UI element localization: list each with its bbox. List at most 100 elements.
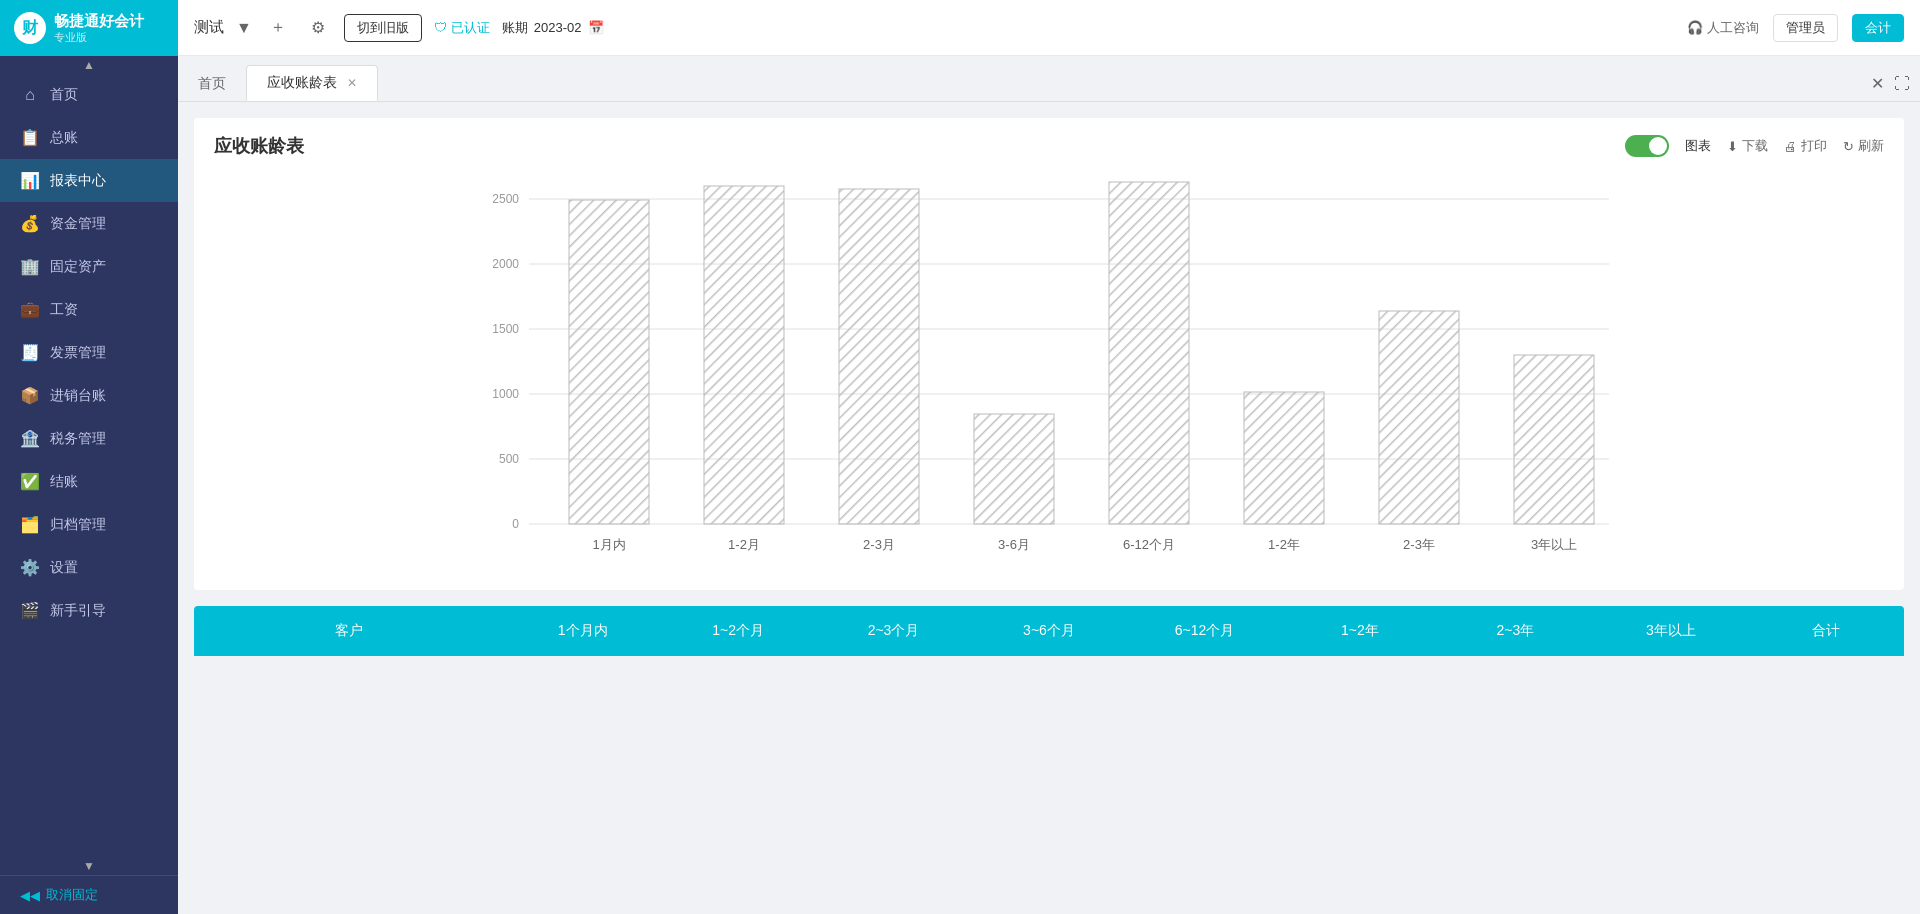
chart-toggle[interactable] [1625,135,1669,157]
sidebar-item-tax[interactable]: 🏦 税务管理 [0,417,178,460]
sidebar-item-archive[interactable]: 🗂️ 归档管理 [0,503,178,546]
svg-text:6-12个月: 6-12个月 [1123,537,1175,552]
sidebar-item-label: 归档管理 [50,516,106,534]
download-button[interactable]: ⬇ 下载 [1727,137,1768,155]
col-2-3m: 2~3个月 [816,606,971,656]
tab-aging-label: 应收账龄表 [267,74,337,90]
sidebar-item-report[interactable]: 📊 报表中心 [0,159,178,202]
refresh-button[interactable]: ↻ 刷新 [1843,137,1884,155]
page-title: 应收账龄表 [214,134,1625,158]
page-content: 应收账龄表 图表 ⬇ 下载 🖨 打印 [178,102,1920,914]
bar-6-12月 [1109,182,1189,524]
tabbar-right: ✕ ⛶ [1871,74,1910,93]
table-header: 客户 1个月内 1~2个月 2~3个月 3~6个月 6~12个月 1~2年 2~… [194,606,1904,656]
close-panel-button[interactable]: ✕ [1871,74,1884,93]
fund-icon: 💰 [20,214,40,233]
switch-old-version-button[interactable]: 切到旧版 [344,14,422,42]
bar-3年以上 [1514,355,1594,524]
sidebar-item-label: 税务管理 [50,430,106,448]
col-6-12m: 6~12个月 [1127,606,1282,656]
chart-label: 图表 [1685,137,1711,155]
sidebar-item-label: 固定资产 [50,258,106,276]
sidebar-item-asset[interactable]: 🏢 固定资产 [0,245,178,288]
toggle-track[interactable] [1625,135,1669,157]
asset-icon: 🏢 [20,257,40,276]
col-1m: 1个月内 [505,606,660,656]
bar-2-3年 [1379,311,1459,524]
sidebar-item-label: 工资 [50,301,78,319]
company-dropdown-icon[interactable]: ▼ [236,19,252,37]
add-button[interactable]: ＋ [264,14,292,42]
sidebar-item-label: 设置 [50,559,78,577]
sidebar-item-label: 首页 [50,86,78,104]
guide-icon: 🎬 [20,601,40,620]
home-icon: ⌂ [20,86,40,104]
app-branding: 畅捷通好会计 专业版 [54,12,144,45]
certified-badge: 🛡 已认证 [434,19,490,37]
sidebar-item-invoice[interactable]: 🧾 发票管理 [0,331,178,374]
sidebar-logo: 财 畅捷通好会计 专业版 [0,0,178,56]
svg-text:500: 500 [499,452,519,466]
refresh-icon: ↻ [1843,139,1854,154]
svg-text:0: 0 [512,517,519,531]
consult-button[interactable]: 🎧 人工咨询 [1687,19,1759,37]
svg-text:3年以上: 3年以上 [1531,537,1577,552]
calendar-icon[interactable]: 📅 [588,20,604,35]
wage-icon: 💼 [20,300,40,319]
bar-2-3月 [839,189,919,524]
print-icon: 🖨 [1784,139,1797,154]
print-button[interactable]: 🖨 打印 [1784,137,1827,155]
report-card: 应收账龄表 图表 ⬇ 下载 🖨 打印 [194,118,1904,590]
col-1-2y: 1~2年 [1282,606,1437,656]
col-customer: 客户 [194,606,505,656]
report-icon: 📊 [20,171,40,190]
bar-1月内 [569,200,649,524]
sidebar-item-home[interactable]: ⌂ 首页 [0,74,178,116]
tab-aging-report[interactable]: 应收账龄表 ✕ [246,65,378,101]
unpin-icon: ◀◀ [20,888,40,903]
bar-1-2月 [704,186,784,524]
tab-close-icon[interactable]: ✕ [347,76,357,90]
tab-home-label: 首页 [198,75,226,91]
accountant-button[interactable]: 会计 [1852,14,1904,42]
svg-text:2500: 2500 [492,192,519,206]
period-label: 账期 [502,19,528,37]
sidebar-item-label: 资金管理 [50,215,106,233]
sidebar-item-settings[interactable]: ⚙️ 设置 [0,546,178,589]
sidebar-item-label: 报表中心 [50,172,106,190]
sidebar-item-guide[interactable]: 🎬 新手引导 [0,589,178,632]
app-edition: 专业版 [54,30,144,45]
svg-text:1500: 1500 [492,322,519,336]
unpin-sidebar-button[interactable]: ◀◀ 取消固定 [0,875,178,914]
svg-text:2-3月: 2-3月 [863,537,895,552]
sidebar-item-wage[interactable]: 💼 工资 [0,288,178,331]
sidebar-scroll-up[interactable]: ▲ [0,56,178,74]
sidebar-item-stock[interactable]: 📦 进销台账 [0,374,178,417]
company-name: 测试 [194,18,224,37]
sidebar-scroll-down[interactable]: ▼ [0,857,178,875]
col-3-6m: 3~6个月 [971,606,1126,656]
unpin-label: 取消固定 [46,886,98,904]
sidebar-item-settle[interactable]: ✅ 结账 [0,460,178,503]
bar-1-2年 [1244,392,1324,524]
expand-panel-button[interactable]: ⛶ [1894,74,1910,93]
sidebar-item-fund[interactable]: 💰 资金管理 [0,202,178,245]
consult-label: 人工咨询 [1707,19,1759,37]
report-header: 应收账龄表 图表 ⬇ 下载 🖨 打印 [214,134,1884,158]
invoice-icon: 🧾 [20,343,40,362]
chart-svg: 0 500 1000 1500 2000 2500 1月内 [214,174,1884,574]
svg-text:1-2年: 1-2年 [1268,537,1300,552]
sidebar-item-label: 发票管理 [50,344,106,362]
download-icon: ⬇ [1727,139,1738,154]
tab-home[interactable]: 首页 [178,67,246,101]
svg-text:3-6月: 3-6月 [998,537,1030,552]
sidebar-item-ledger[interactable]: 📋 总账 [0,116,178,159]
col-2-3y: 2~3年 [1438,606,1593,656]
settings-topbar-button[interactable]: ⚙ [304,14,332,42]
bar-3-6月 [974,414,1054,524]
main-content: 测试 ▼ ＋ ⚙ 切到旧版 🛡 已认证 账期 2023-02 📅 🎧 人工咨询 … [178,0,1920,914]
svg-text:2-3年: 2-3年 [1403,537,1435,552]
sidebar-item-label: 进销台账 [50,387,106,405]
topbar-right: 🎧 人工咨询 管理员 会计 [1687,14,1904,42]
manager-button[interactable]: 管理员 [1773,14,1838,42]
